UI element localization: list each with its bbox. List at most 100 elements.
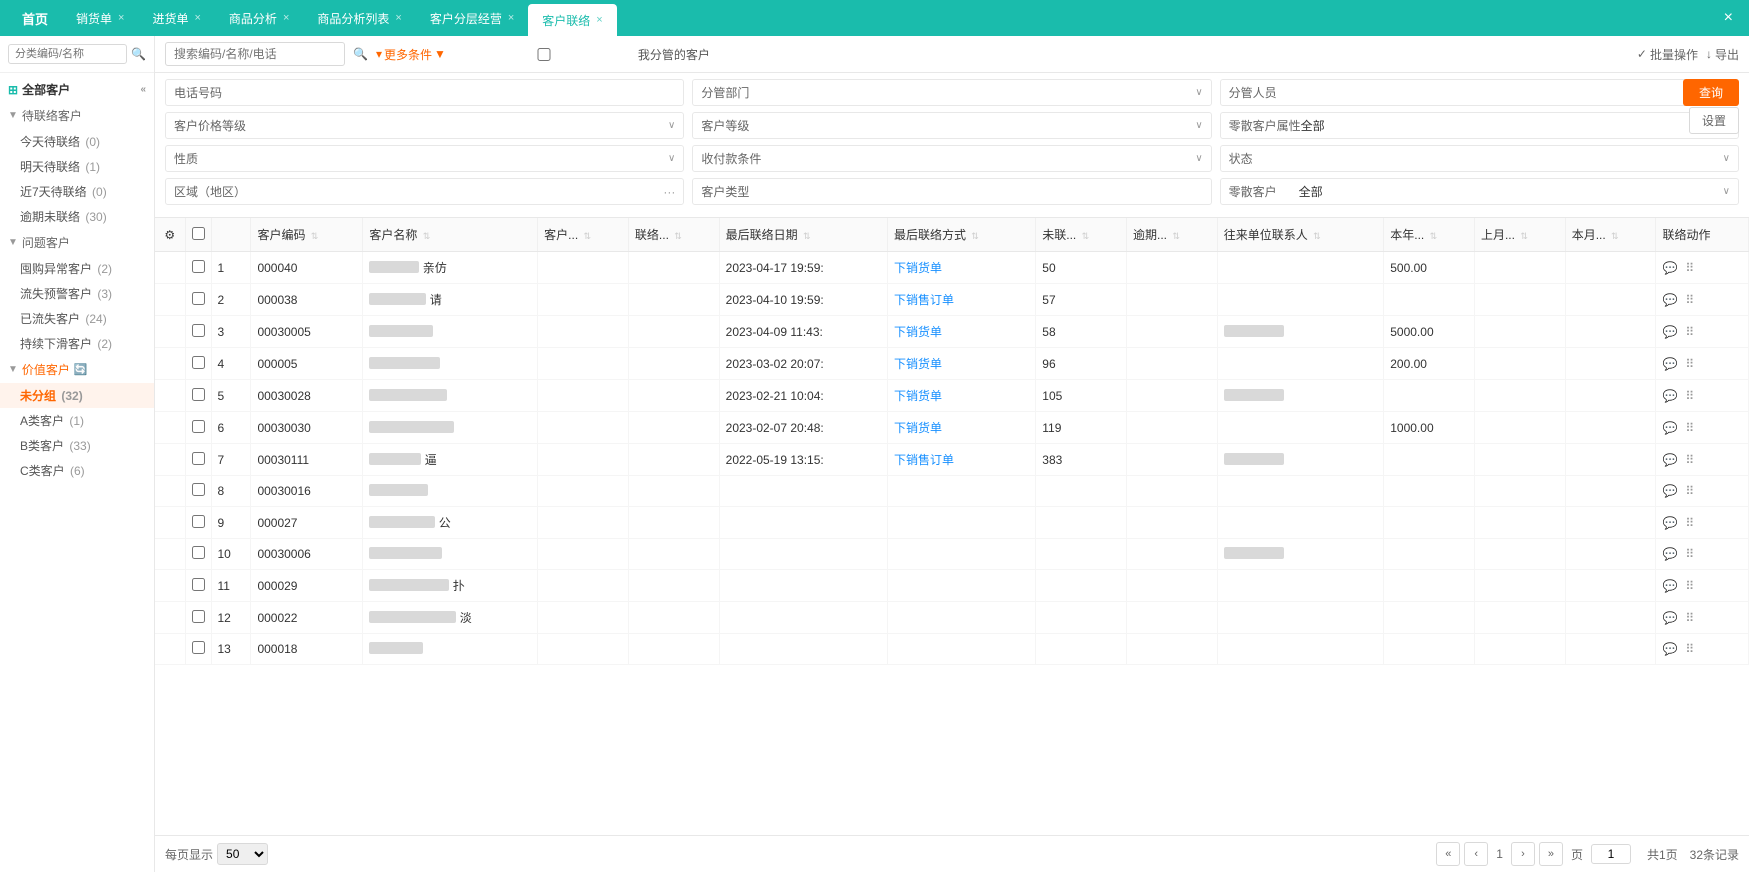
row-checkbox[interactable] [192,260,205,273]
name-column-header[interactable]: 客户名称 ⇅ [363,218,538,252]
sidebar-item-class-a[interactable]: A类客户 (1) [0,408,154,433]
close-product-analysis-list-tab[interactable]: × [395,12,401,24]
last-page-btn[interactable]: » [1539,842,1563,866]
more-action-icon[interactable]: ⠿ [1685,547,1694,561]
all-customers-header[interactable]: ⊞ 全部客户 « [0,73,154,102]
more-action-icon[interactable]: ⠿ [1685,357,1694,371]
contact-column-header[interactable]: 联络... ⇅ [628,218,719,252]
code-column-header[interactable]: 客户编码 ⇅ [251,218,363,252]
more-action-icon[interactable]: ⠿ [1685,484,1694,498]
region-dots-icon[interactable]: ··· [663,185,675,199]
my-customers-checkbox[interactable] [454,48,634,61]
per-page-select[interactable]: 50 20 100 [217,843,268,865]
call-icon[interactable]: 💬 [1662,293,1677,307]
sidebar-item-ungrouped[interactable]: 未分组 (32) [0,383,154,408]
payment-dropdown-icon[interactable]: ∨ [1195,153,1202,164]
filter-status[interactable]: 状态 ∨ [1220,145,1739,172]
sidebar-item-class-b[interactable]: B类客户 (33) [0,433,154,458]
prev-page-btn[interactable]: ‹ [1464,842,1488,866]
row-checkbox[interactable] [192,356,205,369]
filter-retail-customer[interactable]: 零散客户 全部 ∨ [1220,178,1739,205]
filter-region[interactable]: 区域（地区） ··· [165,178,684,205]
customer-level-dropdown-icon[interactable]: ∨ [1195,120,1202,131]
sidebar-group-problem[interactable]: ▼ 问题客户 [0,229,154,256]
search-filter-icon[interactable]: 🔍 [353,47,368,61]
refresh-icon[interactable]: 🔄 [74,363,88,376]
filter-price-level[interactable]: 客户价格等级 ∨ [165,112,684,139]
nature-dropdown-icon[interactable]: ∨ [668,153,675,164]
filter-nature[interactable]: 性质 ∨ [165,145,684,172]
export-button[interactable]: ↓ 导出 [1706,46,1739,63]
row-checkbox[interactable] [192,324,205,337]
row-checkbox[interactable] [192,515,205,528]
contact-way-link[interactable]: 下销售订单 [894,293,954,307]
close-sales-tab[interactable]: × [118,12,124,24]
call-icon[interactable]: 💬 [1662,421,1677,435]
call-icon[interactable]: 💬 [1662,389,1677,403]
more-action-icon[interactable]: ⠿ [1685,453,1694,467]
sidebar-item-churn-warning[interactable]: 流失预警客户 (3) [0,281,154,306]
row-checkbox[interactable] [192,292,205,305]
call-icon[interactable]: 💬 [1662,579,1677,593]
status-dropdown-icon[interactable]: ∨ [1723,153,1730,164]
sidebar-item-overdue[interactable]: 逾期未联络 (30) [0,204,154,229]
call-icon[interactable]: 💬 [1662,611,1677,625]
call-icon[interactable]: 💬 [1662,325,1677,339]
batch-operation-button[interactable]: ✓ 批量操作 [1637,46,1698,63]
call-icon[interactable]: 💬 [1662,453,1677,467]
more-action-icon[interactable]: ⠿ [1685,421,1694,435]
price-level-dropdown-icon[interactable]: ∨ [668,120,675,131]
filter-payment[interactable]: 收付款条件 ∨ [692,145,1211,172]
unit-contact-header[interactable]: 往来单位联系人 ⇅ [1217,218,1384,252]
sidebar-search-icon[interactable]: 🔍 [131,47,146,61]
this-year-header[interactable]: 本年... ⇅ [1384,218,1475,252]
row-checkbox[interactable] [192,452,205,465]
page-jump-input[interactable] [1591,844,1631,864]
last-month-header[interactable]: 上月... ⇅ [1474,218,1565,252]
more-action-icon[interactable]: ⠿ [1685,325,1694,339]
query-button[interactable]: 查询 [1683,79,1739,106]
contact-way-link[interactable]: 下销售订单 [894,453,954,467]
no-contact-header[interactable]: 未联... ⇅ [1036,218,1127,252]
more-action-icon[interactable]: ⠿ [1685,261,1694,275]
row-checkbox[interactable] [192,610,205,623]
call-icon[interactable]: 💬 [1662,516,1677,530]
call-icon[interactable]: 💬 [1662,261,1677,275]
filter-customer-level[interactable]: 客户等级 ∨ [692,112,1211,139]
sidebar-item-today[interactable]: 今天待联络 (0) [0,129,154,154]
filter-retail-attr[interactable]: 零散客户属性 全部 ∨ [1220,112,1739,139]
nav-home[interactable]: 首页 [8,0,62,36]
sidebar-group-value[interactable]: ▼ 价值客户 🔄 [0,356,154,383]
sidebar-group-pending[interactable]: ▼ 待联络客户 [0,102,154,129]
contact-way-link[interactable]: 下销货单 [894,261,942,275]
select-all-checkbox[interactable] [192,227,205,240]
close-customer-contact-tab[interactable]: × [596,14,602,26]
contact-way-link[interactable]: 下销货单 [894,421,942,435]
nav-product-analysis[interactable]: 商品分析 × [215,0,303,36]
nav-customer-contact[interactable]: 客户联络 × [528,4,616,36]
type-column-header[interactable]: 客户... ⇅ [538,218,629,252]
search-input[interactable] [165,42,345,66]
more-conditions-button[interactable]: ▾ 更多条件 ▼ [376,46,446,63]
sidebar-item-abnormal[interactable]: 囤购异常客户 (2) [0,256,154,281]
this-month-header[interactable]: 本月... ⇅ [1565,218,1656,252]
reset-button[interactable]: 设置 [1689,107,1739,134]
row-checkbox[interactable] [192,388,205,401]
next-page-btn[interactable]: › [1511,842,1535,866]
call-icon[interactable]: 💬 [1662,484,1677,498]
sidebar-item-churned[interactable]: 已流失客户 (24) [0,306,154,331]
contact-way-link[interactable]: 下销货单 [894,325,942,339]
close-product-analysis-tab[interactable]: × [283,12,289,24]
sidebar-item-7days[interactable]: 近7天待联络 (0) [0,179,154,204]
window-close-button[interactable]: × [1716,9,1741,27]
call-icon[interactable]: 💬 [1662,357,1677,371]
settings-column-header[interactable]: ⚙ [155,218,185,252]
close-customer-tier-tab[interactable]: × [508,12,514,24]
row-checkbox[interactable] [192,578,205,591]
nav-purchase[interactable]: 进货单 × [138,0,214,36]
contact-way-link[interactable]: 下销货单 [894,357,942,371]
retail-customer-dropdown-icon[interactable]: ∨ [1723,186,1730,197]
more-action-icon[interactable]: ⠿ [1685,579,1694,593]
sidebar-search-input[interactable] [8,44,127,64]
row-checkbox[interactable] [192,641,205,654]
